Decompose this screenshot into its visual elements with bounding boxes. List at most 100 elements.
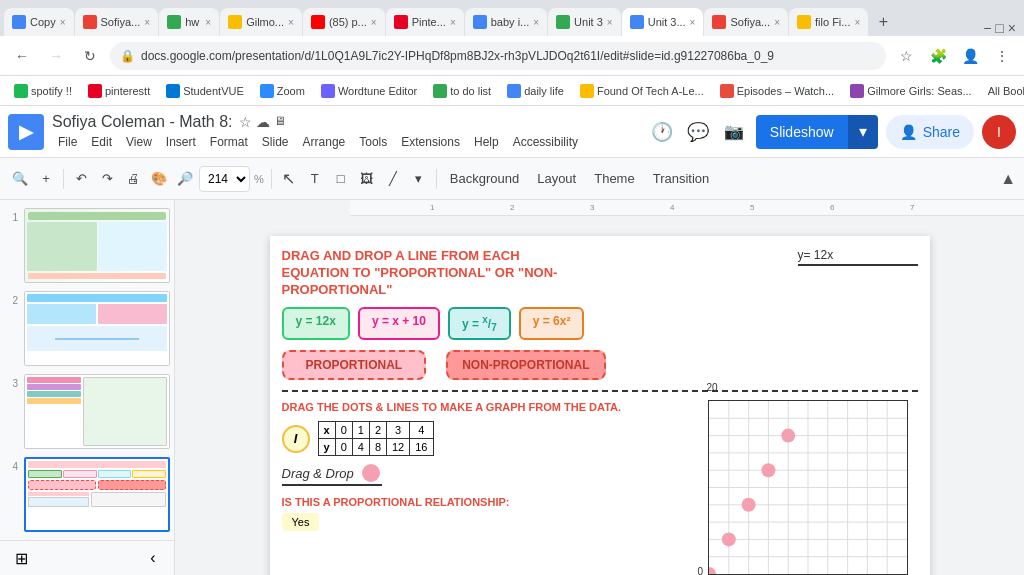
tab-close-filo[interactable]: × [854,17,860,28]
undo-button[interactable]: ↶ [69,165,93,193]
bookmark-gilmore[interactable]: Gilmore Girls: Seas... [844,82,978,100]
tab-gilmo[interactable]: Gilmo... × [220,8,302,36]
bookmark-spotify[interactable]: spotify !! [8,82,78,100]
menu-edit[interactable]: Edit [85,133,118,151]
tab-close-pinte[interactable]: × [450,17,456,28]
zoom-selector[interactable]: 214 100 75 50 [199,166,250,192]
bookmark-studentvue[interactable]: StudentVUE [160,82,250,100]
menu-insert[interactable]: Insert [160,133,202,151]
menu-arrange[interactable]: Arrange [297,133,352,151]
menu-extensions[interactable]: Extensions [395,133,466,151]
background-button[interactable]: Background [442,165,527,193]
bookmark-tech[interactable]: Found Of Tech A-Le... [574,82,710,100]
menu-view[interactable]: View [120,133,158,151]
profile-button[interactable]: 👤 [956,42,984,70]
layout-button[interactable]: Layout [529,165,584,193]
canvas-area[interactable]: 1 2 3 4 5 6 7 DRAG AND DROP A LINE FROM … [175,200,1024,575]
forward-button[interactable]: → [42,42,70,70]
bookmark-all[interactable]: All Bookmarks [982,83,1024,99]
tab-copy[interactable]: Copy × [4,8,74,36]
new-tab-button[interactable]: + [869,8,897,36]
bookmark-dailylife[interactable]: daily life [501,82,570,100]
bookmark-zoom[interactable]: Zoom [254,82,311,100]
present-options-icon[interactable]: 📷 [720,118,748,146]
history-icon[interactable]: 🕐 [648,118,676,146]
menu-file[interactable]: File [52,133,83,151]
menu-tools[interactable]: Tools [353,133,393,151]
slide-thumb-3[interactable]: 3 [4,374,170,449]
more-tools[interactable]: ▾ [407,165,431,193]
menu-help[interactable]: Help [468,133,505,151]
tab-close-youtube[interactable]: × [371,17,377,28]
bookmark-pinterest[interactable]: pinterestt [82,82,156,100]
redo-button[interactable]: ↷ [95,165,119,193]
menu-accessibility[interactable]: Accessibility [507,133,584,151]
tab-baby[interactable]: baby i... × [465,8,547,36]
minimize-button[interactable]: − [983,20,991,36]
slide-canvas[interactable]: DRAG AND DROP A LINE FROM EACH EQUATION … [270,236,930,575]
bookmark-wordtune[interactable]: Wordtune Editor [315,82,423,100]
text-tool[interactable]: T [303,165,327,193]
bookmark-todo[interactable]: to do list [427,82,497,100]
image-tool[interactable]: 🖼 [355,165,379,193]
zoom-icon[interactable]: 🔎 [173,165,197,193]
eq-box-2[interactable]: y = x + 10 [358,307,440,340]
tab-close-unit3b[interactable]: × [690,17,696,28]
bookmark-button[interactable]: ☆ [892,42,920,70]
settings-button[interactable]: ⋮ [988,42,1016,70]
slide-img-3[interactable] [24,374,170,449]
user-avatar[interactable]: I [982,115,1016,149]
tab-pinte[interactable]: Pinte... × [386,8,464,36]
proportional-label[interactable]: PROPORTIONAL [282,350,427,380]
close-button[interactable]: × [1008,20,1016,36]
slideshow-dropdown-button[interactable]: ▾ [848,115,878,149]
menu-format[interactable]: Format [204,133,254,151]
search-button[interactable]: 🔍 [8,165,32,193]
toolbar-collapse-button[interactable]: ▲ [1000,170,1016,188]
cursor-tool[interactable]: ↖ [277,165,301,193]
transition-button[interactable]: Transition [645,165,718,193]
star-icon[interactable]: ☆ [239,114,252,130]
slide-thumb-4[interactable]: 4 [4,457,170,532]
share-button[interactable]: 👤 Share [886,115,974,149]
tab-close-sofiya2[interactable]: × [774,17,780,28]
eq-box-3[interactable]: y = x/7 [448,307,511,340]
tab-unit3b[interactable]: Unit 3... × [622,8,704,36]
info-button[interactable]: I [282,425,310,453]
eq-box-1[interactable]: y = 12x [282,307,350,340]
collapse-panel-button[interactable]: ‹ [140,545,166,571]
non-proportional-label[interactable]: NON-PROPORTIONAL [446,350,605,380]
slide-thumb-1[interactable]: 1 [4,208,170,283]
slide-thumb-2[interactable]: 2 [4,291,170,366]
print-button[interactable]: 🖨 [121,165,145,193]
shape-tool[interactable]: □ [329,165,353,193]
tab-youtube[interactable]: (85) p... × [303,8,385,36]
line-tool[interactable]: ╱ [381,165,405,193]
tab-unit3[interactable]: Unit 3 × [548,8,621,36]
slide-img-4[interactable] [24,457,170,532]
zoom-in-button[interactable]: + [34,165,58,193]
tab-close-unit3[interactable]: × [607,17,613,28]
slide-img-1[interactable] [24,208,170,283]
tab-sofiya1[interactable]: Sofiya... × [75,8,159,36]
tab-hw[interactable]: hw × [159,8,219,36]
bookmark-episodes[interactable]: Episodes – Watch... [714,82,840,100]
eq-box-4[interactable]: y = 6x² [519,307,585,340]
menu-slide[interactable]: Slide [256,133,295,151]
drag-dot[interactable] [362,464,380,482]
slide-img-2[interactable] [24,291,170,366]
tab-close-gilmo[interactable]: × [288,17,294,28]
address-bar[interactable]: 🔒 docs.google.com/presentation/d/1L0Q1A9… [110,42,886,70]
tab-close-hw[interactable]: × [205,17,211,28]
comments-icon[interactable]: 💬 [684,118,712,146]
theme-button[interactable]: Theme [586,165,642,193]
tab-filo[interactable]: filo Fi... × [789,8,868,36]
extensions-button[interactable]: 🧩 [924,42,952,70]
back-button[interactable]: ← [8,42,36,70]
tab-close-baby[interactable]: × [533,17,539,28]
tab-close-sofiya1[interactable]: × [144,17,150,28]
restore-button[interactable]: □ [995,20,1003,36]
tab-sofiya2[interactable]: Sofiya... × [704,8,788,36]
tab-close-copy[interactable]: × [60,17,66,28]
paint-format-button[interactable]: 🎨 [147,165,171,193]
